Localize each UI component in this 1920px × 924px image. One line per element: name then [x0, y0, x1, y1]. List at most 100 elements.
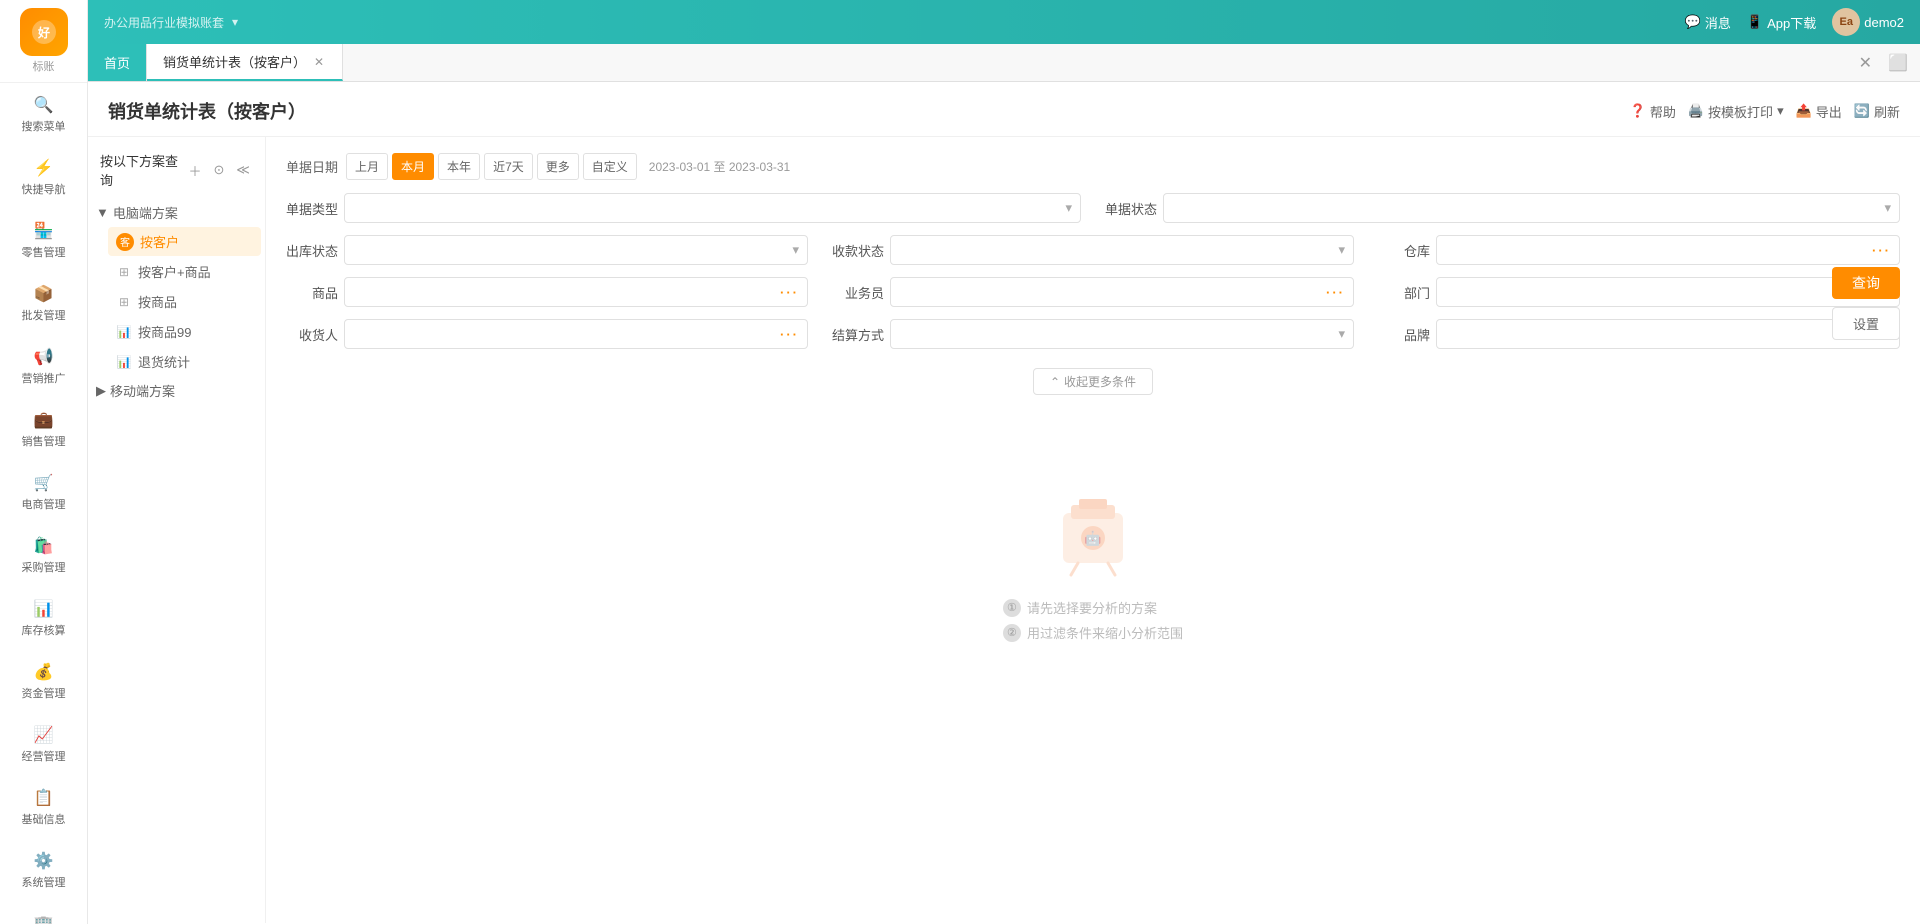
receiver-dots: ··· [780, 327, 799, 342]
collapse-icon: ⌃ [1050, 375, 1060, 389]
product-input[interactable]: ··· [344, 277, 808, 307]
brand-input[interactable]: ··· [1436, 319, 1900, 349]
message-label: 消息 [1705, 13, 1731, 32]
purchase-mgmt-label: 采购管理 [22, 559, 66, 575]
sidebar-item-enterprise[interactable]: 🏢 企业协同 [0, 902, 87, 924]
empty-tips: ① 请先选择要分析的方案 ② 用过滤条件来缩小分析范围 [1003, 598, 1183, 642]
svg-text:🤖: 🤖 [1084, 530, 1101, 547]
marketing-icon: 📢 [34, 347, 54, 367]
payment-chevron: ▾ [1338, 242, 1345, 258]
doc-type-input[interactable]: ▾ [344, 193, 1081, 223]
operations-icon: 📈 [34, 725, 54, 745]
sidebar-item-finance[interactable]: 💰 资金管理 [0, 650, 87, 713]
sidebar-item-retail-mgmt[interactable]: 🏪 零售管理 [0, 209, 87, 272]
window-maximize-btn[interactable]: ⬜ [1884, 49, 1912, 77]
pc-schemes-header[interactable]: ▼ 电脑端方案 [88, 199, 265, 226]
tip-num-2: ② [1003, 624, 1021, 642]
scheme-by-product-99[interactable]: 📊 按商品99 [108, 317, 261, 346]
department-input[interactable]: ▾ [1436, 277, 1900, 307]
app-download-btn[interactable]: 📱 App下载 [1747, 13, 1816, 32]
filter-row-2: 出库状态 ▾ 收款状态 ▾ [286, 234, 1900, 266]
export-btn[interactable]: 📤 导出 [1796, 102, 1842, 121]
inventory-icon: 📊 [34, 599, 54, 619]
main-area: 办公用品行业模拟账套 ▾ 💬 消息 📱 App下载 Ea demo2 首页 [88, 0, 1920, 924]
app-download-label: App下载 [1767, 13, 1816, 32]
ecom-mgmt-icon: 🛒 [34, 473, 54, 493]
export-icon: 📤 [1796, 103, 1812, 119]
product-label: 商品 [286, 283, 338, 302]
outbound-input[interactable]: ▾ [344, 235, 808, 265]
filter-warehouse: 仓库 ··· [1378, 234, 1900, 266]
date-btn-7days[interactable]: 近7天 [484, 153, 533, 180]
message-icon: 💬 [1685, 14, 1701, 30]
sidebar-item-operations[interactable]: 📈 经营管理 [0, 713, 87, 776]
date-btn-this-year[interactable]: 本年 [438, 153, 480, 180]
message-btn[interactable]: 💬 消息 [1685, 13, 1731, 32]
tab-home[interactable]: 首页 [88, 44, 147, 81]
scheme-by-customer[interactable]: 客 按客户 [108, 227, 261, 256]
settings-btn[interactable]: 设置 [1832, 307, 1900, 340]
query-btn[interactable]: 查询 [1832, 267, 1900, 299]
dropdown-icon[interactable]: ▾ [232, 15, 238, 29]
add-scheme-btn[interactable]: ＋ [185, 160, 205, 180]
sidebar-item-purchase-mgmt[interactable]: 🛍️ 采购管理 [0, 524, 87, 587]
date-btn-this-month[interactable]: 本月 [392, 153, 434, 180]
page-content: 销货单统计表（按客户） ❓ 帮助 🖨️ 按模板打印 ▾ 📤 导出 🔄 刷新 [88, 82, 1920, 924]
refresh-btn[interactable]: 🔄 刷新 [1854, 102, 1900, 121]
scheme-by-customer-product[interactable]: ⊞ 按客户+商品 [108, 257, 261, 286]
user-menu[interactable]: Ea demo2 [1832, 8, 1904, 36]
date-btn-more[interactable]: 更多 [537, 153, 579, 180]
scheme-return-stats[interactable]: 📊 退货统计 [108, 347, 261, 376]
sidebar-item-system-mgmt[interactable]: ⚙️ 系统管理 [0, 839, 87, 902]
quick-nav-icon: ⚡ [34, 158, 54, 178]
return-stats-label: 退货统计 [138, 352, 190, 371]
sidebar-item-basic-info[interactable]: 📋 基础信息 [0, 776, 87, 839]
collapse-btn[interactable]: ⌃ 收起更多条件 [1033, 368, 1153, 395]
settlement-input[interactable]: ▾ [890, 319, 1354, 349]
receiver-input[interactable]: ··· [344, 319, 808, 349]
collapse-arrow: ▼ [96, 205, 109, 220]
window-close-btn[interactable]: ✕ [1855, 49, 1876, 77]
purchase-mgmt-icon: 🛍️ [34, 536, 54, 556]
filter-doc-status: 单据状态 ▾ [1105, 192, 1900, 224]
quick-nav-label: 快捷导航 [22, 181, 66, 197]
header-left: 办公用品行业模拟账套 ▾ [104, 14, 238, 31]
doc-status-label: 单据状态 [1105, 199, 1157, 218]
by-product-99-icon: 📊 [116, 324, 132, 340]
settings-scheme-btn[interactable]: ⊙ [209, 160, 229, 180]
payment-input[interactable]: ▾ [890, 235, 1354, 265]
page-header-actions: ❓ 帮助 🖨️ 按模板打印 ▾ 📤 导出 🔄 刷新 [1630, 102, 1900, 121]
date-btn-last-month[interactable]: 上月 [346, 153, 388, 180]
retail-mgmt-label: 零售管理 [22, 244, 66, 260]
sidebar-item-inventory[interactable]: 📊 库存核算 [0, 587, 87, 650]
warehouse-input[interactable]: ··· [1436, 235, 1900, 265]
tab-close-btn[interactable]: ✕ [312, 53, 326, 71]
doc-status-input[interactable]: ▾ [1163, 193, 1900, 223]
avatar-text: Ea [1840, 16, 1853, 28]
pc-schemes-children: 客 按客户 ⊞ 按客户+商品 ⊞ 按商品 📊 [88, 227, 265, 376]
sidebar-item-search-menu[interactable]: 🔍 搜索菜单 [0, 83, 87, 146]
wholesale-mgmt-icon: 📦 [34, 284, 54, 304]
sidebar-item-sales-mgmt[interactable]: 💼 销售管理 [0, 398, 87, 461]
print-template-btn[interactable]: 🖨️ 按模板打印 ▾ [1688, 102, 1784, 121]
scheme-by-product[interactable]: ⊞ 按商品 [108, 287, 261, 316]
search-menu-icon: 🔍 [34, 95, 54, 115]
tab-sales-stat[interactable]: 销货单统计表（按客户） ✕ [147, 44, 343, 81]
collapse-panel-btn[interactable]: ≪ [233, 160, 253, 180]
date-buttons: 上月 本月 本年 近7天 更多 自定义 [346, 153, 637, 180]
sidebar-item-ecom-mgmt[interactable]: 🛒 电商管理 [0, 461, 87, 524]
tip-num-1: ① [1003, 599, 1021, 617]
help-btn[interactable]: ❓ 帮助 [1630, 102, 1676, 121]
svg-text:好: 好 [36, 25, 49, 40]
left-panel-header: 按以下方案查询 ＋ ⊙ ≪ [88, 145, 265, 195]
date-btn-custom[interactable]: 自定义 [583, 153, 637, 180]
export-label: 导出 [1816, 102, 1842, 121]
sidebar-item-quick-nav[interactable]: ⚡ 快捷导航 [0, 146, 87, 209]
sidebar-item-marketing[interactable]: 📢 营销推广 [0, 335, 87, 398]
salesperson-input[interactable]: ··· [890, 277, 1354, 307]
mobile-schemes-header[interactable]: ▶ 移动端方案 [88, 377, 265, 404]
collapse-label: 收起更多条件 [1064, 373, 1136, 390]
print-dropdown-icon: ▾ [1777, 103, 1784, 119]
sidebar-item-wholesale-mgmt[interactable]: 📦 批发管理 [0, 272, 87, 335]
content-body: 按以下方案查询 ＋ ⊙ ≪ ▼ 电脑端方案 客 [88, 137, 1920, 923]
